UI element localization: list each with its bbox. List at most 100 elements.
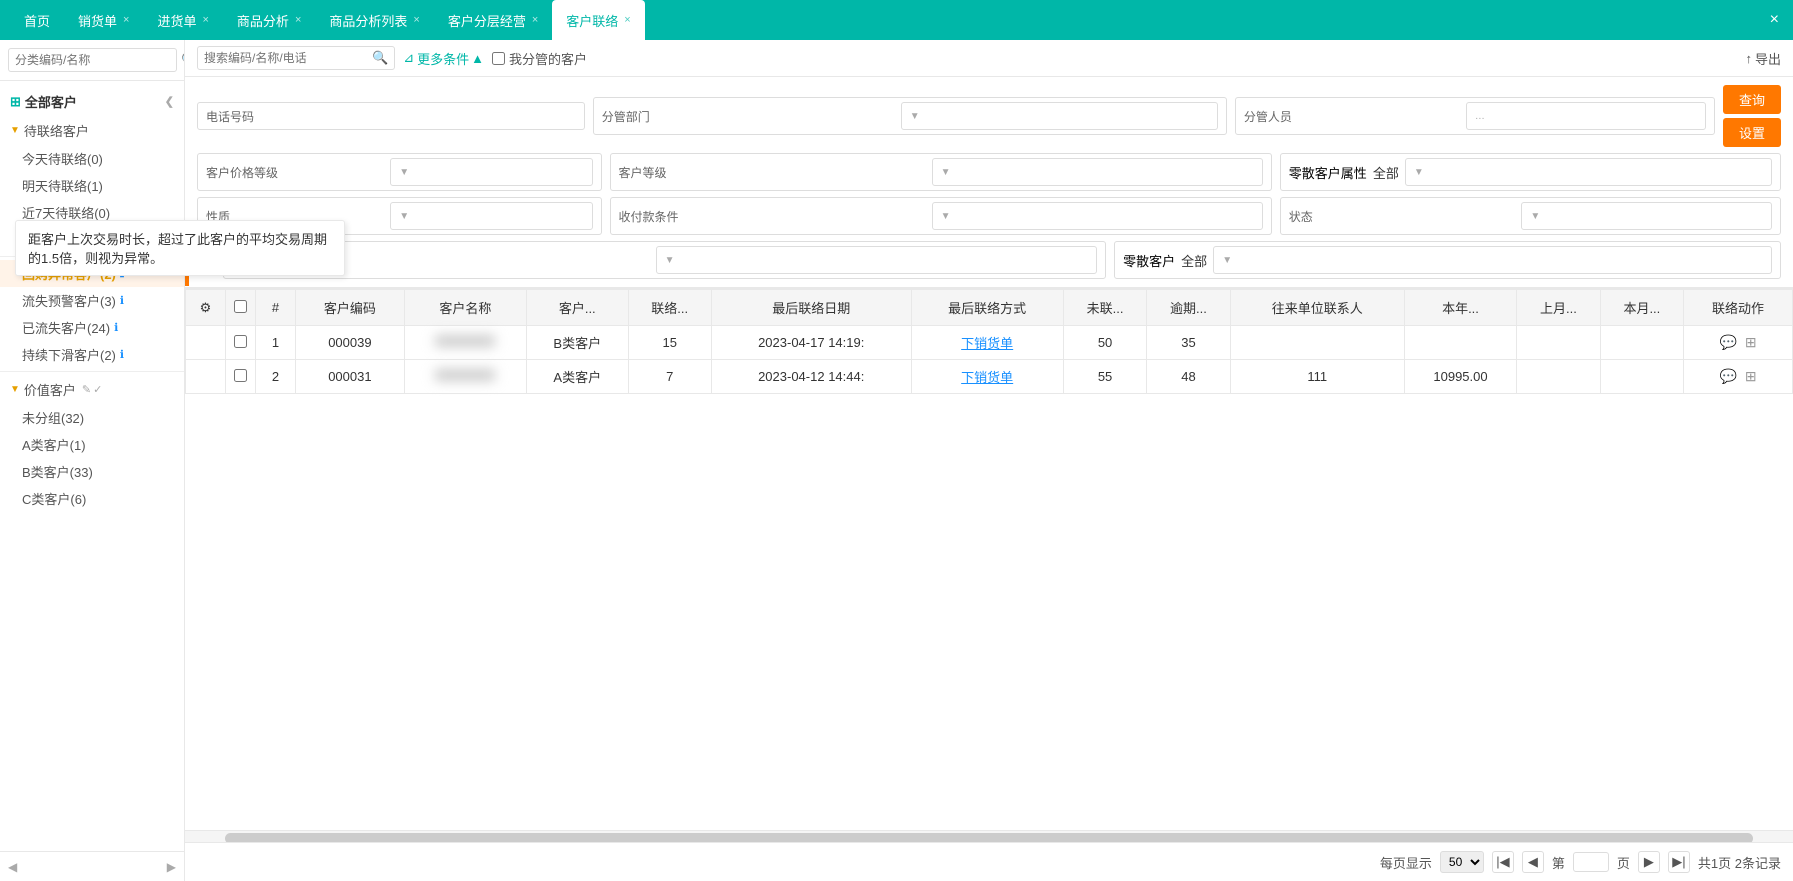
my-customer-checkbox[interactable]	[492, 52, 505, 65]
grid-action-icon[interactable]: ⊞	[1745, 368, 1757, 385]
filter-retail-customer[interactable]: 零散客户 全部 ▼	[1114, 241, 1781, 279]
sidebar-item-class-a[interactable]: A类客户(1)	[0, 431, 184, 458]
cell-contact-person: 111	[1230, 360, 1404, 394]
col-contact-count[interactable]: 联络...	[628, 290, 711, 326]
page-number-input[interactable]: 1	[1573, 852, 1609, 872]
sidebar-item-class-b[interactable]: B类客户(33)	[0, 458, 184, 485]
row-checkbox[interactable]	[234, 369, 247, 382]
col-this-month[interactable]: 本月...	[1600, 290, 1683, 326]
edit-icon[interactable]: ✎	[82, 383, 91, 396]
sidebar-item-tomorrow[interactable]: 明天待联络(1)	[0, 172, 184, 199]
filter-manager[interactable]: 分管人员 …	[1235, 97, 1715, 135]
search-input[interactable]	[204, 51, 364, 65]
col-overdue[interactable]: 逾期...	[1147, 290, 1230, 326]
sidebar-item-class-c[interactable]: C类客户(6)	[0, 485, 184, 512]
col-last-month[interactable]: 上月...	[1517, 290, 1600, 326]
select-all-checkbox[interactable]	[234, 300, 247, 313]
filter-icon: ⊿	[403, 50, 414, 66]
close-icon[interactable]: ×	[123, 14, 129, 26]
chevron-down-icon: ▼	[1213, 246, 1772, 274]
col-year-amount[interactable]: 本年...	[1404, 290, 1517, 326]
settings-button[interactable]: 设置	[1723, 118, 1781, 147]
query-button[interactable]: 查询	[1723, 85, 1781, 114]
last-method-link[interactable]: 下销货单	[961, 336, 1013, 351]
col-index: #	[256, 290, 296, 326]
row-checkbox[interactable]	[234, 335, 247, 348]
cell-check[interactable]	[226, 326, 256, 360]
filter-price-level[interactable]: 客户价格等级 ▼	[197, 153, 602, 191]
tab-sales[interactable]: 销货单 ×	[64, 0, 143, 40]
col-contact-person[interactable]: 往来单位联系人	[1230, 290, 1404, 326]
tab-customer-tier[interactable]: 客户分层经营 ×	[434, 0, 552, 40]
col-action: 联络动作	[1684, 290, 1793, 326]
col-last-method[interactable]: 最后联络方式	[911, 290, 1063, 326]
tab-purchase[interactable]: 进货单 ×	[143, 0, 222, 40]
sidebar-item-declining[interactable]: 持续下滑客户(2) ℹ	[0, 341, 184, 368]
col-type[interactable]: 客户...	[526, 290, 628, 326]
close-icon[interactable]: ×	[532, 14, 538, 26]
sidebar-search-input[interactable]	[8, 48, 177, 72]
sidebar-item-ungrouped[interactable]: 未分组(32)	[0, 404, 184, 431]
cell-check[interactable]	[226, 360, 256, 394]
export-button[interactable]: ↑ 导出	[1745, 49, 1781, 68]
cell-name[interactable]	[404, 360, 526, 394]
sidebar-all-customers[interactable]: ⊞ 全部客户 ❮	[0, 87, 184, 116]
sidebar-item-churned[interactable]: 已流失客户(24) ℹ	[0, 314, 184, 341]
filter-department[interactable]: 分管部门 ▼	[593, 97, 1227, 135]
filter-customer-level[interactable]: 客户等级 ▼	[610, 153, 1272, 191]
filter-row-2: 客户价格等级 ▼ 客户等级 ▼ 零散客户属性 全部 ▼	[197, 153, 1781, 191]
sidebar-item-churn-warning[interactable]: 流失预警客户(3) ℹ	[0, 287, 184, 314]
grid-action-icon[interactable]: ⊞	[1745, 334, 1757, 351]
cell-type: B类客户	[526, 326, 628, 360]
cell-contact-count: 15	[628, 326, 711, 360]
sidebar-section-value[interactable]: ▼ 价值客户 ✎ ✓	[0, 375, 184, 404]
chat-icon[interactable]: 💬	[1719, 368, 1736, 385]
horizontal-scrollbar[interactable]	[185, 830, 1793, 842]
filter-retail-attr[interactable]: 零散客户属性 全部 ▼	[1280, 153, 1781, 191]
more-conditions-button[interactable]: ⊿ 更多条件 ▲	[403, 49, 484, 68]
filter-phone[interactable]: 电话号码	[197, 102, 585, 130]
info-icon: ℹ	[114, 321, 118, 334]
cell-last-method[interactable]: 下销货单	[911, 360, 1063, 394]
tab-analysis-list[interactable]: 商品分析列表 ×	[315, 0, 433, 40]
chevron-down-icon: ▼	[656, 246, 1098, 274]
table-scroll[interactable]: ⚙ # 客户编码 客户名称 客户	[185, 289, 1793, 830]
close-icon[interactable]: ×	[413, 14, 419, 26]
col-code[interactable]: 客户编码	[296, 290, 405, 326]
filter-customer-type[interactable]: 客户类型 ▼	[223, 241, 1106, 279]
first-page-button[interactable]: |◀	[1492, 851, 1514, 873]
cell-last-method[interactable]: 下销货单	[911, 326, 1063, 360]
close-icon[interactable]: ×	[624, 14, 630, 26]
sidebar-section-pending[interactable]: ▼ 待联络客户	[0, 116, 184, 145]
filter-payment[interactable]: 收付款条件 ▼	[610, 197, 1272, 235]
sidebar-scroll-left[interactable]: ◀	[8, 860, 17, 874]
cell-code[interactable]: 000031	[296, 360, 405, 394]
collapse-icon[interactable]: ❮	[165, 95, 174, 108]
search-icon[interactable]: 🔍	[372, 50, 388, 66]
cell-name[interactable]	[404, 326, 526, 360]
tab-analysis[interactable]: 商品分析 ×	[223, 0, 315, 40]
col-last-contact[interactable]: 最后联络日期	[711, 290, 911, 326]
last-method-link[interactable]: 下销货单	[961, 370, 1013, 385]
prev-page-button[interactable]: ◀	[1522, 851, 1544, 873]
tab-customer-contact[interactable]: 客户联络 ×	[552, 0, 644, 40]
sidebar-scroll-right[interactable]: ▶	[167, 860, 176, 874]
close-icon[interactable]: ×	[295, 14, 301, 26]
cell-code[interactable]: 000039	[296, 326, 405, 360]
col-checkbox[interactable]	[226, 290, 256, 326]
per-page-select[interactable]: 50	[1440, 851, 1484, 873]
col-settings[interactable]: ⚙	[186, 290, 226, 326]
next-page-button[interactable]: ▶	[1638, 851, 1660, 873]
customers-table: ⚙ # 客户编码 客户名称 客户	[185, 289, 1793, 394]
window-close-button[interactable]: ×	[1770, 11, 1779, 29]
tab-home[interactable]: 首页	[10, 0, 64, 40]
check-icon[interactable]: ✓	[93, 383, 102, 396]
chat-icon[interactable]: 💬	[1719, 334, 1736, 351]
last-page-button[interactable]: ▶|	[1668, 851, 1690, 873]
cell-last-contact: 2023-04-17 14:19:	[711, 326, 911, 360]
close-icon[interactable]: ×	[202, 14, 208, 26]
col-name[interactable]: 客户名称	[404, 290, 526, 326]
sidebar-item-today[interactable]: 今天待联络(0)	[0, 145, 184, 172]
col-uncontacted[interactable]: 未联...	[1063, 290, 1146, 326]
filter-status[interactable]: 状态 ▼	[1280, 197, 1781, 235]
